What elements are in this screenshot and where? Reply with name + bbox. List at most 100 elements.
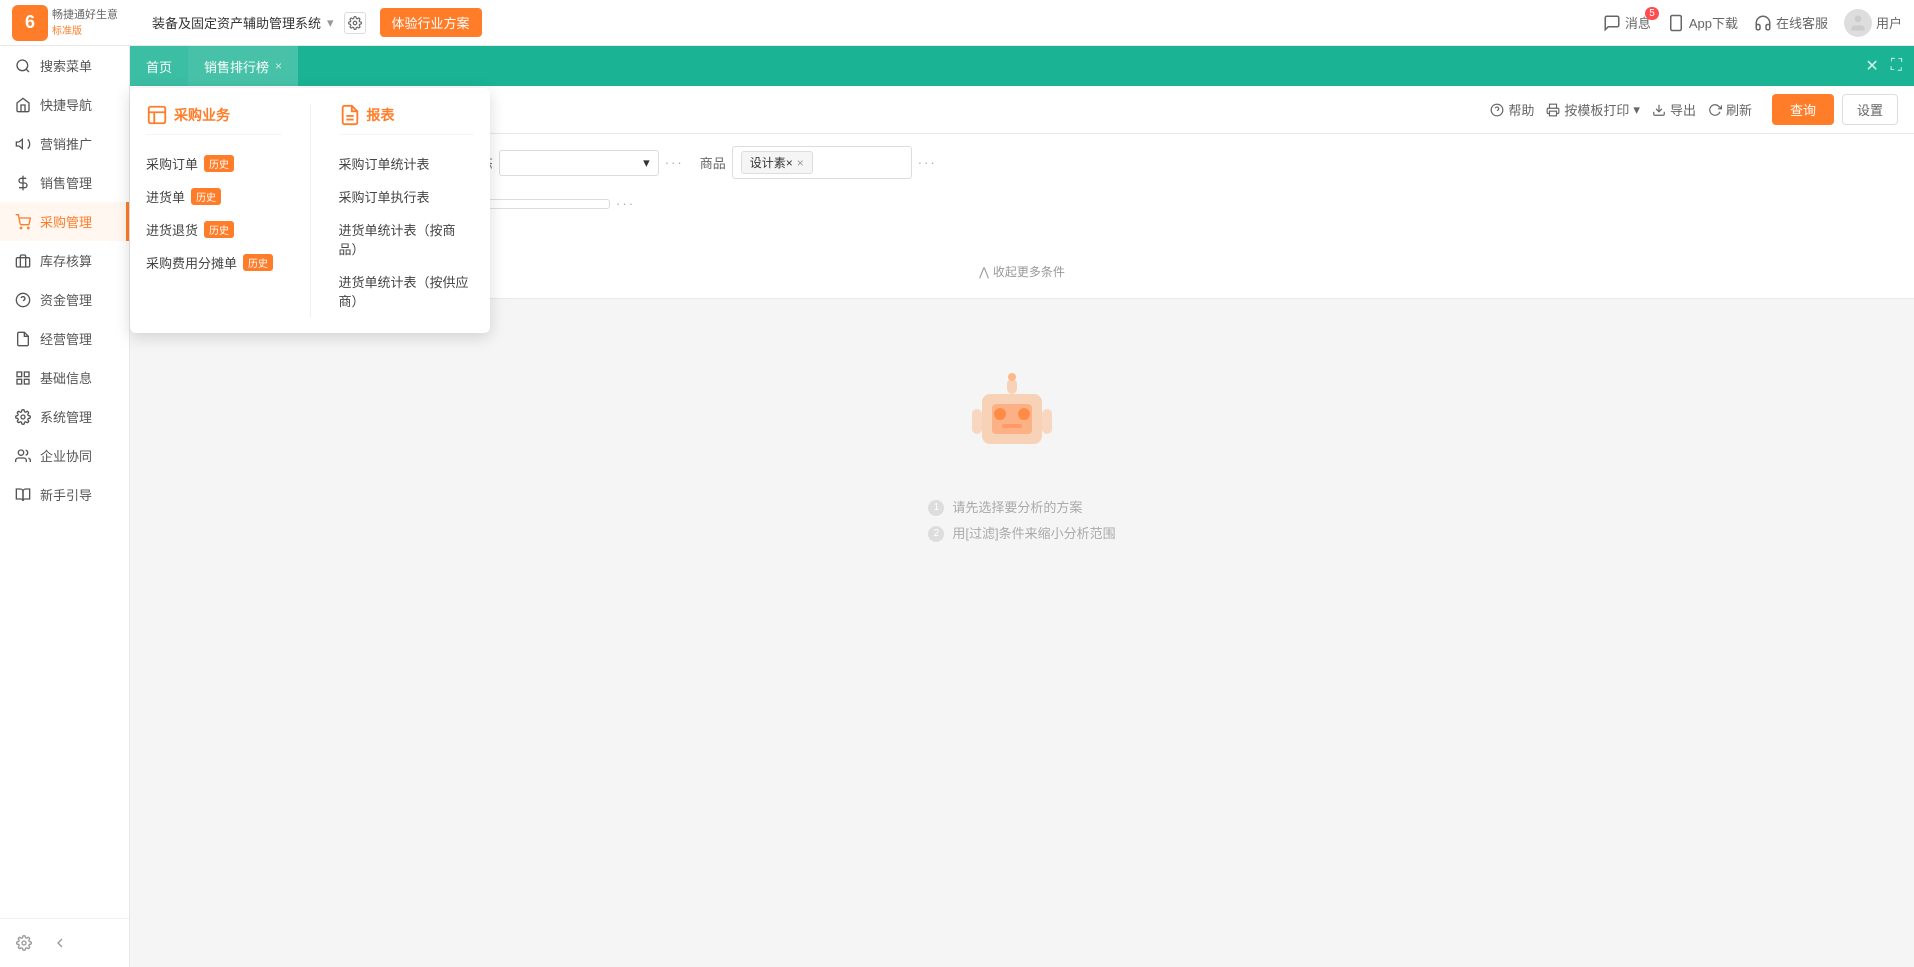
purchase-order-badge: 历史	[204, 155, 234, 172]
user-label: 用户	[1876, 13, 1902, 32]
report-section: 报表 采购订单统计表 采购订单执行表 进货单统计表（按商品） 进货单统计表（按供…	[339, 104, 475, 317]
export-label: 导出	[1670, 100, 1696, 119]
doc-status-more[interactable]: ···	[665, 155, 684, 170]
sidebar: 搜索菜单 快捷导航 营销推广 销售管理	[0, 46, 130, 967]
tab-right-btns: ✕ ⛶	[1853, 46, 1914, 86]
menu-item-incoming-stat-product[interactable]: 进货单统计表（按商品）	[339, 213, 475, 265]
collapse-icon: ⋀	[979, 265, 989, 279]
incoming-badge: 历史	[191, 188, 221, 205]
export-action[interactable]: 导出	[1652, 100, 1696, 119]
purchase-icon	[14, 213, 32, 231]
toolbar-right: 帮助 按模板打印 ▾ 导出 刷新	[1490, 100, 1752, 119]
sidebar-item-inventory[interactable]: 库存核算	[0, 241, 129, 280]
hint-num-1: 1	[928, 500, 944, 516]
sidebar-item-operation[interactable]: 经营管理	[0, 319, 129, 358]
menu-item-label: 采购费用分摊单	[146, 253, 237, 272]
sidebar-item-purchase[interactable]: 采购管理	[0, 202, 129, 241]
operation-icon	[14, 330, 32, 348]
basic-info-icon	[14, 369, 32, 387]
system-title-area: 装备及固定资产辅助管理系统 ▾ 体验行业方案	[152, 8, 482, 37]
tab-home[interactable]: 首页	[130, 46, 188, 86]
product-tag-text: 设计素×	[750, 154, 793, 171]
online-service-action[interactable]: 在线客服	[1754, 13, 1828, 32]
sales-icon	[14, 174, 32, 192]
return-badge: 历史	[204, 221, 234, 238]
sidebar-item-sales[interactable]: 销售管理	[0, 163, 129, 202]
salesperson-more[interactable]: ···	[616, 196, 635, 211]
system-title-text: 装备及固定资产辅助管理系统	[152, 13, 321, 32]
report-section-header: 报表	[339, 104, 475, 135]
doc-status-select[interactable]: ▾	[499, 150, 659, 176]
sidebar-item-label: 新手引导	[40, 485, 92, 504]
query-btn[interactable]: 查询	[1772, 94, 1834, 125]
top-bar: 6 畅捷通好生意 标准版 装备及固定资产辅助管理系统 ▾ 体验行业方案	[0, 0, 1914, 46]
top-right: 5 消息 App下载 在线客服	[1603, 9, 1902, 37]
tab-maximize-btn[interactable]: ⛶	[1887, 57, 1906, 75]
tab-home-label: 首页	[146, 57, 172, 76]
sidebar-item-system[interactable]: 系统管理	[0, 397, 129, 436]
menu-item-purchase-order[interactable]: 采购订单 历史	[146, 147, 282, 180]
inventory-icon	[14, 252, 32, 270]
sidebar-item-label: 企业协同	[40, 446, 92, 465]
menu-item-return[interactable]: 进货退货 历史	[146, 213, 282, 246]
product-tag-close[interactable]: ×	[797, 156, 804, 170]
report-section-icon	[339, 104, 361, 126]
menu-item-purchase-stat[interactable]: 采购订单统计表	[339, 147, 475, 180]
purchase-section-icon	[146, 104, 168, 126]
user-action[interactable]: 用户	[1844, 9, 1902, 37]
sidebar-item-label: 搜索菜单	[40, 56, 92, 75]
industry-btn[interactable]: 体验行业方案	[380, 8, 482, 37]
notification-badge: 5	[1645, 7, 1659, 20]
purchase-dropdown-menu: 采购业务 采购订单 历史 进货单 历史 进货退货 历史 采购费用分摊单 历史	[130, 88, 490, 333]
menu-item-purchase-exec[interactable]: 采购订单执行表	[339, 180, 475, 213]
sidebar-item-label: 经营管理	[40, 329, 92, 348]
empty-icon	[962, 359, 1082, 479]
menu-item-label: 采购订单统计表	[339, 154, 430, 173]
app-download-action[interactable]: App下载	[1667, 13, 1738, 32]
hint-item-1: 1 请先选择要分析的方案	[928, 495, 1115, 521]
logo-icon: 6	[12, 5, 48, 41]
tab-close-icon[interactable]: ×	[275, 59, 282, 73]
help-action[interactable]: 帮助	[1490, 100, 1534, 119]
online-service-label: 在线客服	[1776, 13, 1828, 32]
menu-item-expense[interactable]: 采购费用分摊单 历史	[146, 246, 282, 279]
tab-sales-ranking[interactable]: 销售排行榜 ×	[188, 46, 298, 86]
settings-icon	[16, 935, 32, 951]
sidebar-settings-btn[interactable]	[8, 927, 40, 959]
menu-item-label: 进货单	[146, 187, 185, 206]
tab-bar: 首页 销售排行榜 × ✕ ⛶	[130, 46, 1914, 86]
tab-sales-ranking-label: 销售排行榜	[204, 57, 269, 76]
doc-status-dropdown-icon: ▾	[643, 155, 650, 171]
product-select[interactable]: 设计素× ×	[732, 146, 912, 179]
title-dropdown-icon[interactable]: ▾	[327, 15, 334, 31]
sidebar-item-quick-nav[interactable]: 快捷导航	[0, 85, 129, 124]
print-icon	[1546, 103, 1560, 117]
enterprise-icon	[14, 447, 32, 465]
menu-item-incoming[interactable]: 进货单 历史	[146, 180, 282, 213]
menu-item-label: 采购订单执行表	[339, 187, 430, 206]
action-btns: 查询 设置	[1772, 94, 1898, 125]
print-action[interactable]: 按模板打印 ▾	[1546, 100, 1640, 119]
newbie-icon	[14, 486, 32, 504]
sidebar-item-label: 营销推广	[40, 134, 92, 153]
sidebar-item-label: 基础信息	[40, 368, 92, 387]
print-label: 按模板打印	[1564, 100, 1629, 119]
message-action[interactable]: 5 消息	[1603, 13, 1651, 32]
sidebar-item-newbie[interactable]: 新手引导	[0, 475, 129, 514]
sidebar-item-basic-info[interactable]: 基础信息	[0, 358, 129, 397]
sidebar-item-search[interactable]: 搜索菜单	[0, 46, 129, 85]
menu-item-incoming-stat-supplier[interactable]: 进货单统计表（按供应商）	[339, 265, 475, 317]
sidebar-item-enterprise[interactable]: 企业协同	[0, 436, 129, 475]
title-settings-icon[interactable]	[344, 12, 366, 34]
refresh-action[interactable]: 刷新	[1708, 100, 1752, 119]
product-more[interactable]: ···	[918, 155, 937, 170]
sidebar-item-label: 资金管理	[40, 290, 92, 309]
sidebar-collapse-btn[interactable]	[44, 927, 76, 959]
logo-badge: 标准版	[52, 22, 118, 37]
sidebar-item-capital[interactable]: 资金管理	[0, 280, 129, 319]
print-dropdown-icon[interactable]: ▾	[1633, 102, 1640, 118]
settings-btn[interactable]: 设置	[1842, 94, 1898, 125]
tab-close-btn[interactable]: ✕	[1861, 56, 1882, 76]
sidebar-item-marketing[interactable]: 营销推广	[0, 124, 129, 163]
app-download-label: App下载	[1689, 13, 1738, 32]
